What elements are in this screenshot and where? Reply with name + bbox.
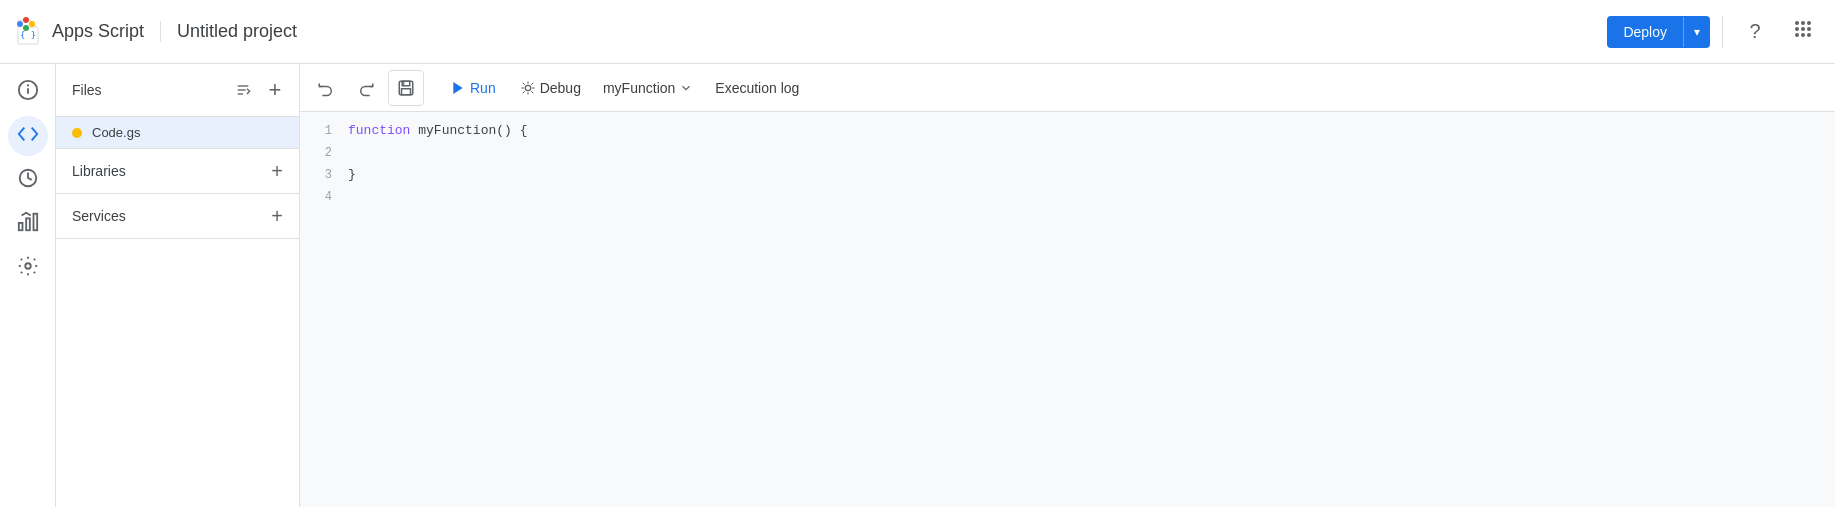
libraries-header[interactable]: Libraries + — [56, 149, 299, 193]
file-dot-icon — [72, 128, 82, 138]
svg-point-2 — [23, 17, 29, 23]
save-button[interactable] — [388, 70, 424, 106]
deploy-icon — [17, 211, 39, 238]
svg-text:{ }: { } — [20, 30, 36, 40]
line-content-1: function myFunction() { — [348, 120, 527, 142]
add-file-button[interactable]: + — [259, 74, 291, 106]
svg-point-5 — [1795, 21, 1799, 25]
svg-point-30 — [525, 85, 530, 90]
code-line-2: 2 — [300, 142, 1835, 164]
nav-overview-button[interactable] — [8, 72, 48, 112]
nav-deploy-button[interactable] — [8, 204, 48, 244]
deploy-label: Deploy — [1607, 16, 1683, 48]
code-line-3: 3 } — [300, 164, 1835, 186]
clock-icon — [17, 167, 39, 194]
debug-label: Debug — [540, 80, 581, 96]
add-service-button[interactable]: + — [271, 206, 283, 226]
apps-script-logo: { } — [12, 16, 44, 48]
settings-icon — [17, 255, 39, 282]
add-service-icon: + — [271, 205, 283, 227]
libraries-section: Libraries + — [56, 149, 299, 194]
services-label: Services — [72, 208, 126, 224]
execution-log-label: Execution log — [715, 80, 799, 96]
file-item-code-gs[interactable]: Code.gs — [56, 117, 299, 148]
code-editor[interactable]: 1 function myFunction() { 2 3 } 4 — [300, 112, 1835, 507]
help-button[interactable]: ? — [1735, 12, 1775, 52]
line-number-4: 4 — [300, 186, 348, 208]
svg-point-8 — [1795, 27, 1799, 31]
line-number-3: 3 — [300, 164, 348, 186]
code-line-4: 4 — [300, 186, 1835, 208]
topbar-actions: Deploy ▾ ? — [1607, 12, 1823, 52]
logo-area[interactable]: { } Apps Script — [12, 16, 144, 48]
code-line-1: 1 function myFunction() { — [300, 120, 1835, 142]
services-header[interactable]: Services + — [56, 194, 299, 238]
info-icon — [17, 79, 39, 106]
sidebar: Files + Code.gs — [56, 64, 300, 507]
function-selector[interactable]: myFunction — [595, 76, 701, 100]
add-file-icon: + — [269, 79, 282, 101]
svg-point-11 — [1795, 33, 1799, 37]
sort-files-button[interactable] — [227, 74, 259, 106]
svg-point-9 — [1801, 27, 1805, 31]
svg-rect-27 — [402, 88, 411, 94]
svg-point-7 — [1807, 21, 1811, 25]
file-name: Code.gs — [92, 125, 140, 140]
run-button[interactable]: Run — [440, 74, 506, 102]
topbar: { } Apps Script Untitled project Deploy … — [0, 0, 1835, 64]
svg-point-4 — [23, 25, 29, 31]
svg-point-6 — [1801, 21, 1805, 25]
svg-point-13 — [1807, 33, 1811, 37]
deploy-arrow-icon: ▾ — [1683, 17, 1710, 47]
svg-point-12 — [1801, 33, 1805, 37]
svg-marker-29 — [453, 82, 462, 94]
editor-area: Run Debug myFunction Execution log — [300, 64, 1835, 507]
run-label: Run — [470, 80, 496, 96]
svg-rect-19 — [26, 218, 30, 230]
services-section: Services + — [56, 194, 299, 239]
editor-toolbar: Run Debug myFunction Execution log — [300, 64, 1835, 112]
svg-point-21 — [25, 263, 31, 269]
execution-log-button[interactable]: Execution log — [705, 74, 809, 102]
code-icon — [17, 123, 39, 150]
topbar-divider — [1722, 16, 1723, 48]
project-name: Untitled project — [160, 21, 297, 42]
line-number-1: 1 — [300, 120, 348, 142]
svg-point-16 — [26, 84, 28, 86]
help-icon: ? — [1749, 20, 1760, 43]
libraries-label: Libraries — [72, 163, 126, 179]
svg-point-3 — [29, 21, 35, 27]
undo-button[interactable] — [308, 70, 344, 106]
svg-point-10 — [1807, 27, 1811, 31]
function-name: myFunction — [603, 80, 675, 96]
svg-point-1 — [17, 21, 23, 27]
files-section: Files + Code.gs — [56, 64, 299, 149]
nav-editor-button[interactable] — [8, 116, 48, 156]
grid-icon — [1793, 19, 1813, 44]
redo-button[interactable] — [348, 70, 384, 106]
add-library-button[interactable]: + — [271, 161, 283, 181]
app-name: Apps Script — [52, 21, 144, 42]
svg-rect-20 — [33, 213, 37, 230]
files-header: Files + — [56, 64, 299, 117]
line-content-3: } — [348, 164, 356, 186]
deploy-button[interactable]: Deploy ▾ — [1607, 16, 1710, 48]
main-layout: Files + Code.gs — [0, 64, 1835, 507]
debug-button[interactable]: Debug — [510, 74, 591, 102]
nav-settings-button[interactable] — [8, 248, 48, 288]
files-label: Files — [72, 82, 227, 98]
line-number-2: 2 — [300, 142, 348, 164]
svg-rect-18 — [18, 222, 22, 229]
icon-nav — [0, 64, 56, 507]
add-library-icon: + — [271, 160, 283, 182]
nav-triggers-button[interactable] — [8, 160, 48, 200]
grid-menu-button[interactable] — [1783, 12, 1823, 52]
